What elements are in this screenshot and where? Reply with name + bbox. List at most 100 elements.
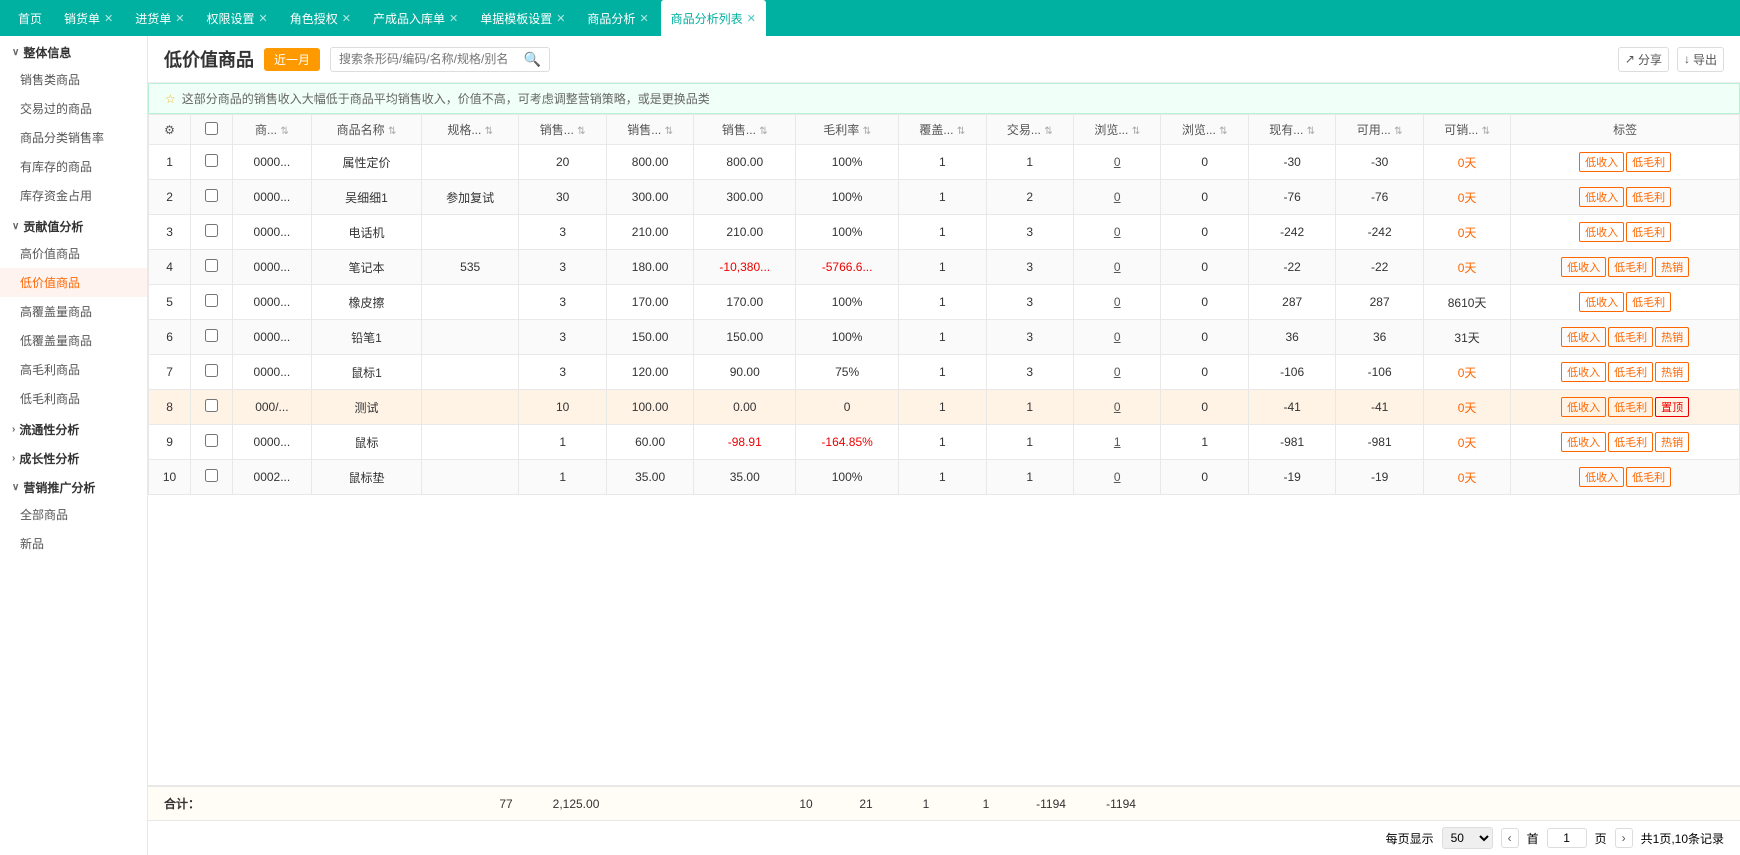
nav-close-icon[interactable]: ✕ [104, 12, 113, 25]
sidebar-item-new-goods[interactable]: 新品 [0, 529, 147, 558]
sidebar-item-high-coverage[interactable]: 高覆盖量商品 [0, 297, 147, 326]
cell-checkbox[interactable] [191, 320, 233, 355]
cell-browse1[interactable]: 0 [1073, 460, 1160, 495]
next-page-button[interactable]: › [1615, 828, 1633, 848]
date-filter-button[interactable]: 近一月 [264, 48, 320, 71]
cell-checkbox[interactable] [191, 215, 233, 250]
col-browse2[interactable]: 浏览... ⇅ [1161, 115, 1248, 145]
nav-close-icon[interactable]: ✕ [259, 12, 268, 25]
col-available[interactable]: 可用... ⇅ [1336, 115, 1423, 145]
row-checkbox[interactable] [205, 329, 218, 342]
nav-home[interactable]: 首页 [8, 0, 52, 36]
sidebar-section-liquidity[interactable]: › 流通性分析 [0, 413, 147, 442]
browse-link[interactable]: 0 [1114, 260, 1121, 274]
row-checkbox[interactable] [205, 469, 218, 482]
row-checkbox[interactable] [205, 364, 218, 377]
sidebar-item-category-sales-rate[interactable]: 商品分类销售率 [0, 123, 147, 152]
row-checkbox[interactable] [205, 399, 218, 412]
page-input[interactable] [1547, 828, 1587, 848]
cell-browse1[interactable]: 0 [1073, 285, 1160, 320]
col-coverage[interactable]: 覆盖... ⇅ [899, 115, 986, 145]
nav-product-analysis-list[interactable]: 商品分析列表 ✕ [661, 0, 766, 36]
col-tags[interactable]: 标签 [1511, 115, 1740, 145]
browse-link[interactable]: 0 [1114, 365, 1121, 379]
sidebar-item-low-value[interactable]: 低价值商品 [0, 268, 147, 297]
sidebar-section-marketing[interactable]: ∨ 营销推广分析 [0, 471, 147, 500]
cell-browse1[interactable]: 0 [1073, 390, 1160, 425]
cell-browse1[interactable]: 0 [1073, 215, 1160, 250]
nav-permission[interactable]: 权限设置 ✕ [196, 0, 277, 36]
browse-link[interactable]: 0 [1114, 295, 1121, 309]
sidebar-item-high-margin[interactable]: 高毛利商品 [0, 355, 147, 384]
sidebar-item-traded-goods[interactable]: 交易过的商品 [0, 94, 147, 123]
sidebar-item-high-value[interactable]: 高价值商品 [0, 239, 147, 268]
row-checkbox[interactable] [205, 154, 218, 167]
row-checkbox[interactable] [205, 434, 218, 447]
nav-purchase-order[interactable]: 进货单 ✕ [125, 0, 194, 36]
export-button[interactable]: ↓ 导出 [1677, 47, 1724, 72]
nav-sales-order[interactable]: 销货单 ✕ [54, 0, 123, 36]
nav-role-auth[interactable]: 角色授权 ✕ [280, 0, 361, 36]
sidebar-item-stock-goods[interactable]: 有库存的商品 [0, 152, 147, 181]
nav-close-icon[interactable]: ✕ [747, 12, 756, 25]
cell-browse1[interactable]: 0 [1073, 355, 1160, 390]
col-name[interactable]: 商品名称 ⇅ [312, 115, 422, 145]
sidebar-section-growth[interactable]: › 成长性分析 [0, 442, 147, 471]
browse-link[interactable]: 0 [1114, 190, 1121, 204]
cell-checkbox[interactable] [191, 460, 233, 495]
cell-browse1[interactable]: 0 [1073, 180, 1160, 215]
row-checkbox[interactable] [205, 259, 218, 272]
cell-checkbox[interactable] [191, 285, 233, 320]
browse-link[interactable]: 0 [1114, 225, 1121, 239]
cell-checkbox[interactable] [191, 250, 233, 285]
col-sellable[interactable]: 可销... ⇅ [1423, 115, 1510, 145]
sidebar-item-low-margin[interactable]: 低毛利商品 [0, 384, 147, 413]
share-button[interactable]: ↗ 分享 [1618, 47, 1669, 72]
cell-checkbox[interactable] [191, 180, 233, 215]
sidebar-item-low-coverage[interactable]: 低覆盖量商品 [0, 326, 147, 355]
cell-browse1[interactable]: 0 [1073, 145, 1160, 180]
nav-close-icon[interactable]: ✕ [175, 12, 184, 25]
search-input[interactable] [339, 52, 520, 66]
sidebar-item-sales-goods[interactable]: 销售类商品 [0, 65, 147, 94]
cell-checkbox[interactable] [191, 390, 233, 425]
browse-link[interactable]: 0 [1114, 155, 1121, 169]
row-checkbox[interactable] [205, 189, 218, 202]
browse-link[interactable]: 1 [1114, 435, 1121, 449]
col-settings[interactable]: ⚙ [149, 115, 191, 145]
cell-browse1[interactable]: 0 [1073, 250, 1160, 285]
col-sale-qty[interactable]: 销售... ⇅ [519, 115, 606, 145]
row-checkbox[interactable] [205, 294, 218, 307]
col-browse1[interactable]: 浏览... ⇅ [1073, 115, 1160, 145]
col-spec[interactable]: 规格... ⇅ [421, 115, 519, 145]
sidebar-item-stock-capital[interactable]: 库存资金占用 [0, 181, 147, 210]
cell-checkbox[interactable] [191, 145, 233, 180]
cell-checkbox[interactable] [191, 355, 233, 390]
sidebar-section-overall[interactable]: ∨ 整体信息 [0, 36, 147, 65]
sidebar-item-all-goods[interactable]: 全部商品 [0, 500, 147, 529]
col-margin-rate[interactable]: 毛利率 ⇅ [796, 115, 899, 145]
col-sale-profit[interactable]: 销售... ⇅ [694, 115, 796, 145]
nav-close-icon[interactable]: ✕ [556, 12, 565, 25]
browse-link[interactable]: 0 [1114, 400, 1121, 414]
row-checkbox[interactable] [205, 224, 218, 237]
browse-link[interactable]: 0 [1114, 470, 1121, 484]
nav-product-stock[interactable]: 产成品入库单 ✕ [363, 0, 468, 36]
cell-browse1[interactable]: 1 [1073, 425, 1160, 460]
nav-close-icon[interactable]: ✕ [639, 12, 648, 25]
cell-browse1[interactable]: 0 [1073, 320, 1160, 355]
nav-template-setting[interactable]: 单据模板设置 ✕ [470, 0, 575, 36]
page-size-select[interactable]: 50 100 200 [1442, 827, 1493, 849]
first-page-button[interactable]: ‹ [1501, 828, 1519, 848]
nav-close-icon[interactable]: ✕ [449, 12, 458, 25]
nav-close-icon[interactable]: ✕ [342, 12, 351, 25]
col-current-stock[interactable]: 现有... ⇅ [1248, 115, 1335, 145]
nav-product-analysis[interactable]: 商品分析 ✕ [577, 0, 658, 36]
cell-checkbox[interactable] [191, 425, 233, 460]
browse-link[interactable]: 0 [1114, 330, 1121, 344]
col-trade[interactable]: 交易... ⇅ [986, 115, 1073, 145]
col-code[interactable]: 商... ⇅ [232, 115, 311, 145]
sidebar-section-contribution[interactable]: ∨ 贡献值分析 [0, 210, 147, 239]
col-sale-amount[interactable]: 销售... ⇅ [606, 115, 693, 145]
select-all-checkbox[interactable] [205, 122, 218, 135]
